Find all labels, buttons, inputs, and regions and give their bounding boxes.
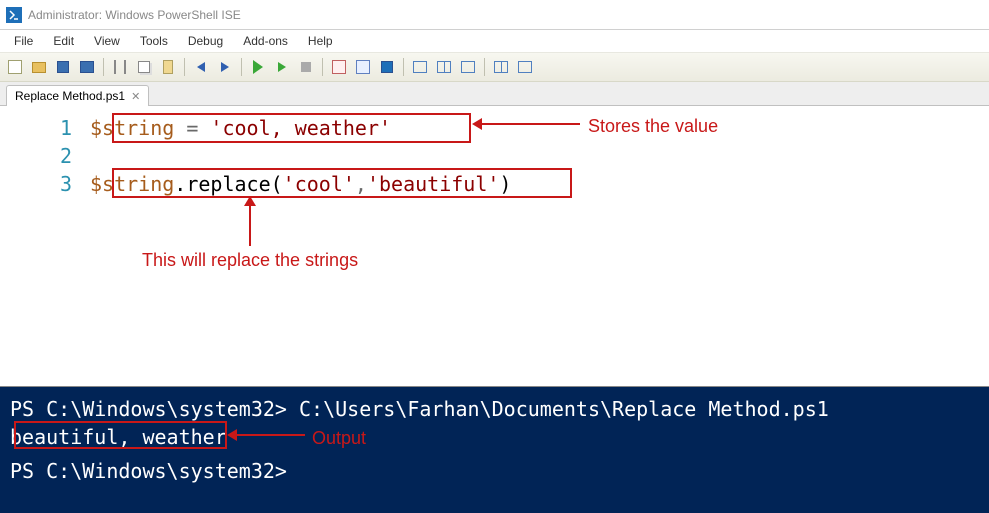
separator — [484, 58, 485, 76]
line-number: 1 — [0, 114, 90, 142]
close-icon[interactable]: ✕ — [131, 90, 140, 103]
console-line-1: PS C:\Windows\system32> C:\Users\Farhan\… — [10, 395, 979, 423]
title-bar: Administrator: Windows PowerShell ISE — [0, 0, 989, 30]
show-command-button[interactable] — [514, 56, 536, 78]
pane-3-button[interactable] — [457, 56, 479, 78]
menu-bar: File Edit View Tools Debug Add-ons Help — [0, 30, 989, 52]
separator — [403, 58, 404, 76]
command-addon-button[interactable] — [490, 56, 512, 78]
annotation-arrow-2 — [249, 204, 251, 246]
code-editor[interactable]: 1 $string = 'cool, weather' 2 3 $string.… — [0, 106, 989, 386]
run-selection-button[interactable] — [271, 56, 293, 78]
app-icon — [6, 7, 22, 23]
saveall-button[interactable] — [76, 56, 98, 78]
separator — [241, 58, 242, 76]
separator — [322, 58, 323, 76]
menu-view[interactable]: View — [84, 32, 130, 50]
paste-button[interactable] — [157, 56, 179, 78]
annotation-label-output: Output — [312, 424, 366, 452]
annotation-box-line1 — [112, 113, 471, 143]
separator — [103, 58, 104, 76]
console-line-2: PS C:\Windows\system32> — [10, 457, 979, 485]
pane-2-button[interactable] — [433, 56, 455, 78]
separator — [184, 58, 185, 76]
annotation-box-output — [14, 421, 227, 449]
line-number: 2 — [0, 142, 90, 170]
stop-button[interactable] — [295, 56, 317, 78]
window-title: Administrator: Windows PowerShell ISE — [28, 8, 241, 22]
menu-help[interactable]: Help — [298, 32, 343, 50]
annotation-box-line3 — [112, 168, 572, 198]
pane-1-button[interactable] — [409, 56, 431, 78]
run-button[interactable] — [247, 56, 269, 78]
console-pane[interactable]: PS C:\Windows\system32> C:\Users\Farhan\… — [0, 386, 989, 513]
menu-tools[interactable]: Tools — [130, 32, 178, 50]
file-tab[interactable]: Replace Method.ps1 ✕ — [6, 85, 149, 106]
annotation-label-stores: Stores the value — [588, 116, 718, 137]
annotation-arrow-1 — [480, 123, 580, 125]
menu-debug[interactable]: Debug — [178, 32, 233, 50]
annotation-arrow-3 — [235, 434, 305, 436]
open-button[interactable] — [28, 56, 50, 78]
undo-button[interactable] — [190, 56, 212, 78]
menu-edit[interactable]: Edit — [43, 32, 84, 50]
save-button[interactable] — [52, 56, 74, 78]
line-number: 3 — [0, 170, 90, 198]
redo-button[interactable] — [214, 56, 236, 78]
ps-button[interactable] — [376, 56, 398, 78]
new-button[interactable] — [4, 56, 26, 78]
cut-button[interactable] — [109, 56, 131, 78]
toolbar — [0, 52, 989, 82]
copy-button[interactable] — [133, 56, 155, 78]
menu-file[interactable]: File — [4, 32, 43, 50]
annotation-label-replace: This will replace the strings — [142, 250, 358, 271]
tab-strip: Replace Method.ps1 ✕ — [0, 82, 989, 106]
breakpoint-button[interactable] — [328, 56, 350, 78]
remote-button[interactable] — [352, 56, 374, 78]
menu-addons[interactable]: Add-ons — [233, 32, 298, 50]
tab-label: Replace Method.ps1 — [15, 89, 125, 103]
